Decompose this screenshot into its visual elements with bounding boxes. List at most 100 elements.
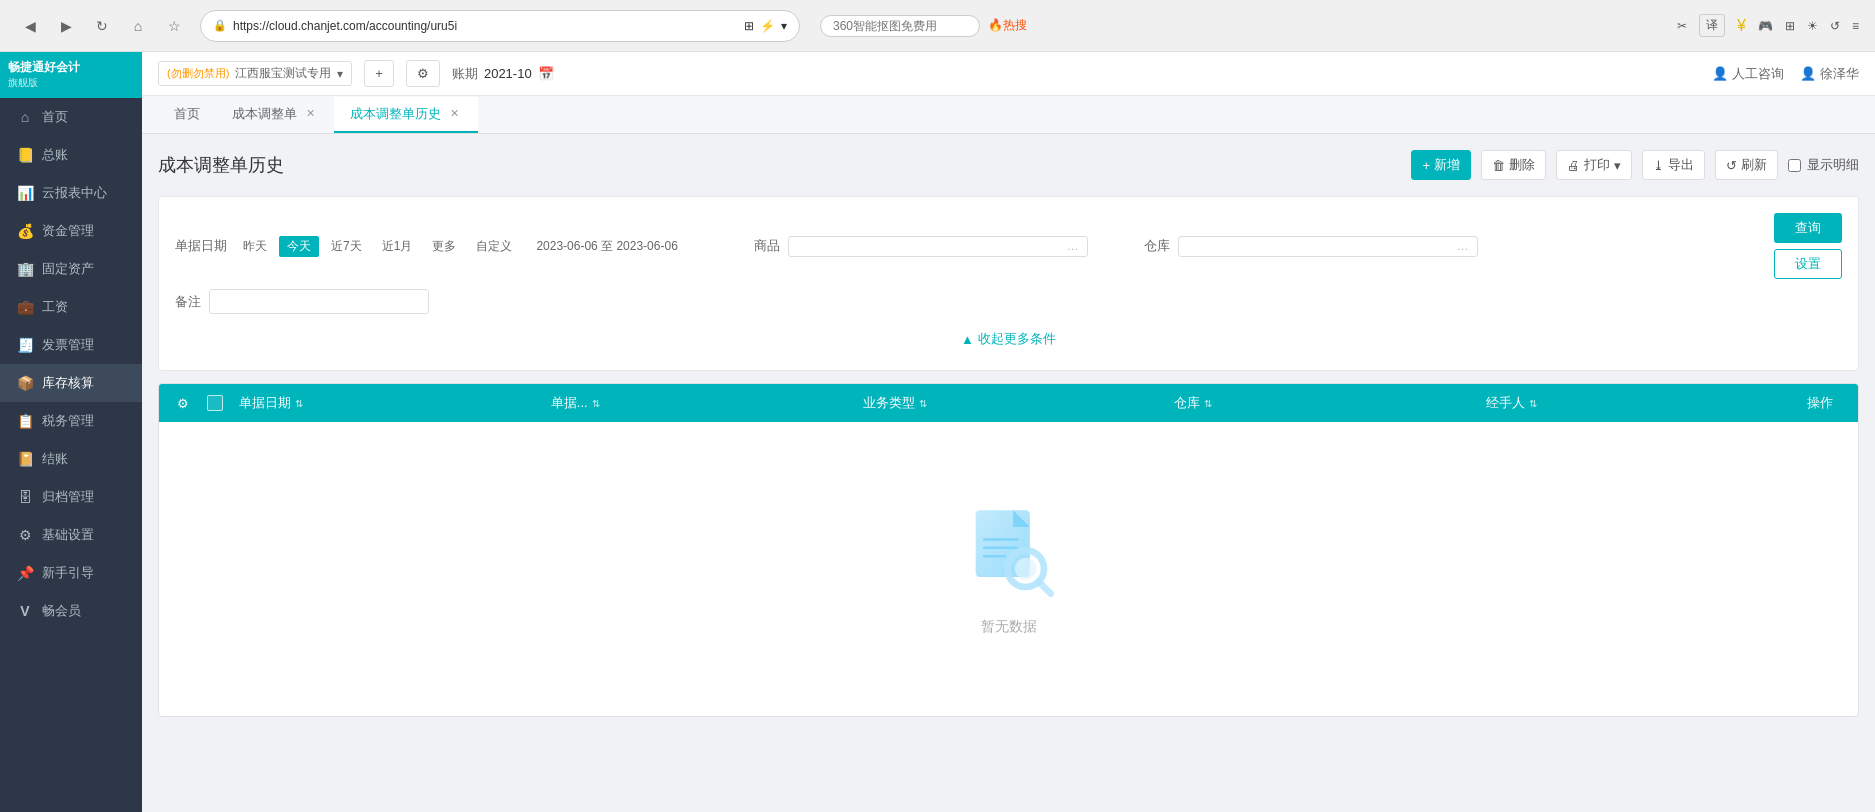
tab-cost-adjust[interactable]: 成本调整单 ✕ <box>216 97 334 133</box>
company-warning: (勿删勿禁用) <box>167 66 229 81</box>
query-button[interactable]: 查询 <box>1774 213 1842 243</box>
settings-icon: ⚙ <box>16 527 34 543</box>
browser-tools: 🔥热搜 <box>820 15 1027 37</box>
date-shortcut-more[interactable]: 更多 <box>424 236 464 257</box>
sidebar-label-funds: 资金管理 <box>42 222 94 240</box>
export-label: 导出 <box>1668 156 1694 174</box>
filter-note-input[interactable] <box>209 289 429 314</box>
page-title: 成本调整单历史 <box>158 153 284 177</box>
th-warehouse[interactable]: 仓库 ⇅ <box>1166 394 1478 412</box>
th-number[interactable]: 单据... ⇅ <box>543 394 855 412</box>
th-number-sort-icon: ⇅ <box>592 398 600 409</box>
add-button[interactable]: + 新增 <box>1411 150 1471 180</box>
th-settings[interactable]: ⚙ <box>167 396 199 411</box>
calendar-icon[interactable]: 📅 <box>538 66 554 81</box>
home-button[interactable]: ⌂ <box>124 12 152 40</box>
empty-state-icon <box>959 502 1059 602</box>
translate-btn[interactable]: 译 <box>1699 14 1725 37</box>
export-icon: ⤓ <box>1653 158 1664 173</box>
lock-icon: 🔒 <box>213 19 227 32</box>
date-shortcut-1month[interactable]: 近1月 <box>374 236 421 257</box>
sidebar-item-checkout[interactable]: 📔 结账 <box>0 440 142 478</box>
sidebar-item-ledger[interactable]: 📒 总账 <box>0 136 142 174</box>
scissors-icon[interactable]: ✂ <box>1677 19 1687 33</box>
add-company-button[interactable]: + <box>364 60 394 87</box>
period-label: 账期 <box>452 65 478 83</box>
goods-dots-icon: ... <box>1067 241 1078 252</box>
filter-settings-button[interactable]: 设置 <box>1774 249 1842 279</box>
sidebar-item-guide[interactable]: 📌 新手引导 <box>0 554 142 592</box>
sidebar-logo[interactable]: 畅捷通好会计 旗舰版 <box>0 52 142 98</box>
ledger-icon: 📒 <box>16 147 34 163</box>
brightness-icon[interactable]: ☀ <box>1807 19 1818 33</box>
address-url: https://cloud.chanjet.com/accounting/uru… <box>233 19 457 33</box>
sidebar-label-payroll: 工资 <box>42 298 68 316</box>
filter-collapse-btn[interactable]: ▲ 收起更多条件 <box>175 324 1842 354</box>
date-shortcut-7days[interactable]: 近7天 <box>323 236 370 257</box>
date-shortcut-today[interactable]: 今天 <box>279 236 319 257</box>
th-checkbox[interactable] <box>199 395 231 411</box>
export-button[interactable]: ⤓ 导出 <box>1642 150 1705 180</box>
sidebar-item-fixed[interactable]: 🏢 固定资产 <box>0 250 142 288</box>
th-handler[interactable]: 经手人 ⇅ <box>1478 394 1790 412</box>
user-info[interactable]: 👤 徐泽华 <box>1800 65 1859 83</box>
date-shortcut-yesterday[interactable]: 昨天 <box>235 236 275 257</box>
print-button[interactable]: 🖨 打印 ▾ <box>1556 150 1632 180</box>
back-button[interactable]: ◀ <box>16 12 44 40</box>
add-icon: + <box>1422 158 1430 173</box>
sidebar-item-vip[interactable]: V 畅会员 <box>0 592 142 630</box>
sidebar-item-invoice[interactable]: 🧾 发票管理 <box>0 326 142 364</box>
select-all-checkbox[interactable] <box>207 395 223 411</box>
refresh-button[interactable]: ↻ <box>88 12 116 40</box>
print-dropdown-icon: ▾ <box>1614 158 1621 173</box>
show-detail-input[interactable] <box>1788 159 1801 172</box>
filter-warehouse-field[interactable]: ... <box>1178 236 1478 257</box>
collapse-arrow-icon: ▲ <box>961 332 974 347</box>
bookmark-button[interactable]: ☆ <box>160 12 188 40</box>
company-selector[interactable]: (勿删勿禁用) 江西服宝测试专用 ▾ <box>158 61 352 86</box>
delete-button[interactable]: 🗑 删除 <box>1481 150 1546 180</box>
page-content: 成本调整单历史 + 新增 🗑 删除 🖨 打印 ▾ <box>142 134 1875 812</box>
delete-icon: 🗑 <box>1492 158 1505 173</box>
sidebar-item-funds[interactable]: 💰 资金管理 <box>0 212 142 250</box>
filter-goods-label: 商品 <box>754 237 780 255</box>
show-detail-checkbox[interactable]: 显示明细 <box>1788 156 1859 174</box>
logo-title: 畅捷通好会计 <box>8 60 80 76</box>
browser-nav-buttons: ◀ ▶ ↻ ⌂ ☆ <box>16 12 188 40</box>
sidebar-item-settings[interactable]: ⚙ 基础设置 <box>0 516 142 554</box>
sidebar-item-tax[interactable]: 📋 税务管理 <box>0 402 142 440</box>
tab-cost-adjust-history-close[interactable]: ✕ <box>447 106 462 121</box>
grid2-icon[interactable]: ⊞ <box>1785 19 1795 33</box>
date-shortcut-custom[interactable]: 自定义 <box>468 236 520 257</box>
tab-cost-adjust-history[interactable]: 成本调整单历史 ✕ <box>334 97 478 133</box>
company-settings-button[interactable]: ⚙ <box>406 60 440 87</box>
sidebar-item-payroll[interactable]: 💼 工资 <box>0 288 142 326</box>
sidebar-item-reports[interactable]: 📊 云报表中心 <box>0 174 142 212</box>
table-header: ⚙ 单据日期 ⇅ 单据... ⇅ 业务类型 ⇅ <box>159 384 1858 422</box>
sidebar-item-home[interactable]: ⌂ 首页 <box>0 98 142 136</box>
tab-bar: 首页 成本调整单 ✕ 成本调整单历史 ✕ <box>142 96 1875 134</box>
th-biz-type[interactable]: 业务类型 ⇅ <box>855 394 1167 412</box>
menu-icon[interactable]: ≡ <box>1852 19 1859 33</box>
tab-home[interactable]: 首页 <box>158 97 216 133</box>
address-bar[interactable]: 🔒 https://cloud.chanjet.com/accounting/u… <box>200 10 800 42</box>
browser-search-input[interactable] <box>820 15 980 37</box>
grid-icon: ⊞ <box>744 19 754 33</box>
home-icon: ⌂ <box>16 109 34 125</box>
forward-button[interactable]: ▶ <box>52 12 80 40</box>
undo-icon[interactable]: ↺ <box>1830 19 1840 33</box>
game-icon[interactable]: 🎮 <box>1758 19 1773 33</box>
checkout-icon: 📔 <box>16 451 34 467</box>
wallet-icon[interactable]: ¥ <box>1737 17 1746 35</box>
tab-cost-adjust-close[interactable]: ✕ <box>303 106 318 121</box>
th-biz-type-label: 业务类型 <box>863 394 915 412</box>
refresh-button[interactable]: ↺ 刷新 <box>1715 150 1778 180</box>
service-button[interactable]: 👤 人工咨询 <box>1712 65 1784 83</box>
sidebar-item-inventory[interactable]: 📦 库存核算 <box>0 364 142 402</box>
th-date-sort-icon: ⇅ <box>295 398 303 409</box>
th-date[interactable]: 单据日期 ⇅ <box>231 394 543 412</box>
sidebar-item-archive[interactable]: 🗄 归档管理 <box>0 478 142 516</box>
user-name: 徐泽华 <box>1820 65 1859 83</box>
filter-goods-field[interactable]: ... <box>788 236 1088 257</box>
empty-state: 暂无数据 <box>159 422 1858 716</box>
